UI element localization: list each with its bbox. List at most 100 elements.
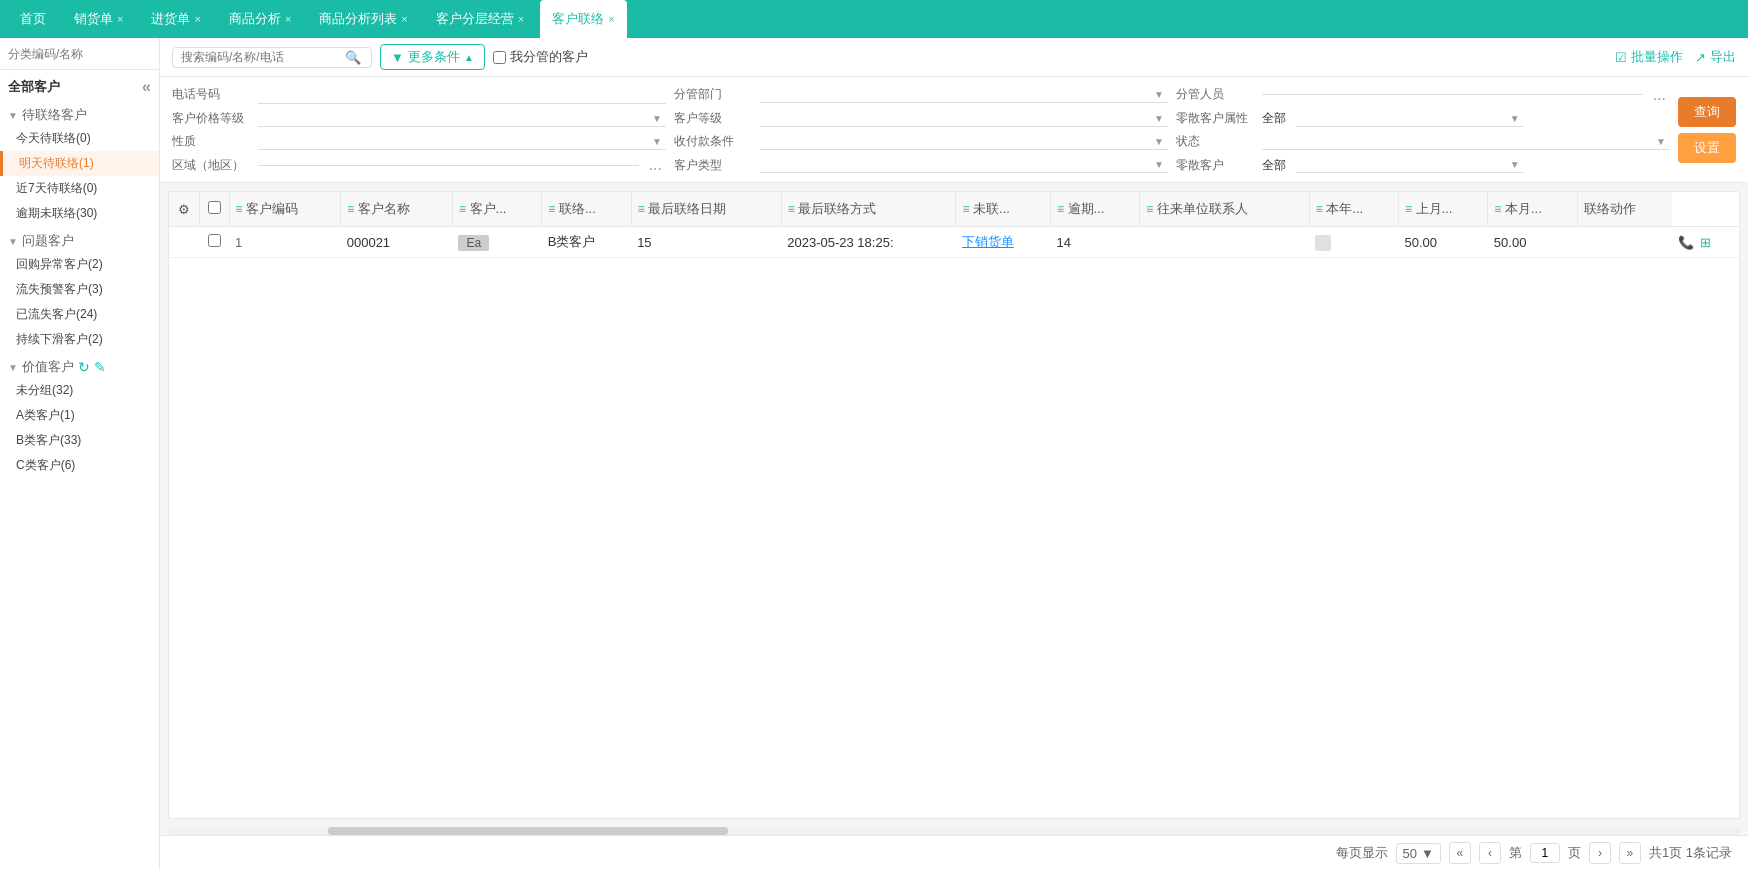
status-select[interactable]: ▼ <box>1262 134 1670 150</box>
sidebar-item-unclassified[interactable]: 未分组(32) <box>0 378 159 403</box>
toolbar: 🔍 ▼ 更多条件 ▲ 我分管的客户 ☑ 批量操作 ↗ 导出 <box>160 38 1748 77</box>
arrow-problem-icon: ▼ <box>8 236 18 247</box>
col-last-month-header[interactable]: ≡ 上月... <box>1398 192 1487 227</box>
batch-op-button[interactable]: ☑ 批量操作 <box>1615 48 1683 66</box>
price-level-chevron-icon: ▼ <box>652 113 662 124</box>
sidebar-item-class-b[interactable]: B类客户(33) <box>0 428 159 453</box>
last-page-button[interactable]: » <box>1619 842 1641 864</box>
scrollbar-thumb[interactable] <box>328 827 728 835</box>
close-customer-contact-icon[interactable]: × <box>608 13 614 25</box>
sidebar-item-churn-warning[interactable]: 流失预警客户(3) <box>0 277 159 302</box>
customer-level-chevron-icon: ▼ <box>1154 113 1164 124</box>
sidebar-item-repurchase-anomaly[interactable]: 回购异常客户(2) <box>0 252 159 277</box>
region-ellipsis-icon[interactable]: ... <box>645 156 666 174</box>
first-page-button[interactable]: « <box>1449 842 1471 864</box>
col-name-header[interactable]: ≡ 客户名称 <box>341 192 453 227</box>
close-product-analysis-icon[interactable]: × <box>285 13 291 25</box>
horizontal-scrollbar[interactable] <box>168 827 1740 835</box>
col-type-header[interactable]: ≡ 客户... <box>452 192 541 227</box>
sidebar-item-churned[interactable]: 已流失客户(24) <box>0 302 159 327</box>
row-checkbox[interactable] <box>208 234 221 247</box>
sidebar-search-input[interactable] <box>8 47 158 61</box>
sidebar-item-today-contact[interactable]: 今天待联络(0) <box>0 126 159 151</box>
dept-label: 分管部门 <box>674 86 754 103</box>
sidebar-item-declining[interactable]: 持续下滑客户(2) <box>0 327 159 352</box>
person-ellipsis-icon[interactable]: ... <box>1649 86 1670 104</box>
edit-value-icon[interactable]: ✎ <box>94 359 106 375</box>
refresh-value-icon[interactable]: ↻ <box>78 359 90 375</box>
col-gear-header[interactable]: ⚙ <box>169 192 199 227</box>
price-level-select[interactable]: ▼ <box>258 111 666 127</box>
search-input[interactable] <box>181 50 341 64</box>
last-contact-method-link[interactable]: 下销货单 <box>962 234 1014 249</box>
col-last-date-header[interactable]: ≡ 最后联络日期 <box>631 192 781 227</box>
my-customers-checkbox-wrap[interactable]: 我分管的客户 <box>493 48 588 66</box>
payment-select[interactable]: ▼ <box>760 134 1168 150</box>
row-check[interactable] <box>199 227 229 258</box>
dept-select[interactable]: ▼ <box>760 87 1168 103</box>
search-wrap: 🔍 <box>172 47 372 68</box>
sidebar-item-overdue-contact[interactable]: 逾期未联络(30) <box>0 201 159 226</box>
top-navigation: 首页 销货单 × 进货单 × 商品分析 × 商品分析列表 × 客户分层经营 × … <box>0 0 1748 38</box>
nature-select[interactable]: ▼ <box>258 134 666 150</box>
col-contact-person-header[interactable]: ≡ 往来单位联系人 <box>1140 192 1309 227</box>
retail-customer-chevron-icon: ▼ <box>1510 159 1520 170</box>
prev-page-button[interactable]: ‹ <box>1479 842 1501 864</box>
row-contact-count: 15 <box>631 227 781 258</box>
col-check-header[interactable] <box>199 192 229 227</box>
export-button[interactable]: ↗ 导出 <box>1695 48 1736 66</box>
settings-button[interactable]: 设置 <box>1678 133 1736 163</box>
close-purchase-order-icon[interactable]: × <box>194 13 200 25</box>
filter-icon: ▼ <box>391 50 404 65</box>
group-problem-customers[interactable]: ▼ 问题客户 <box>0 226 159 252</box>
group-pending-contact[interactable]: ▼ 待联络客户 <box>0 100 159 126</box>
row-gear <box>169 227 199 258</box>
nav-home[interactable]: 首页 <box>8 0 58 38</box>
phone-input[interactable] <box>258 85 666 104</box>
retail-customer-select[interactable]: ▼ <box>1296 157 1524 173</box>
close-product-analysis-list-icon[interactable]: × <box>401 13 407 25</box>
close-customer-layering-icon[interactable]: × <box>518 13 524 25</box>
col-last-method-header[interactable]: ≡ 最后联络方式 <box>781 192 956 227</box>
col-overdue-header[interactable]: ≡ 逾期... <box>1050 192 1139 227</box>
nav-customer-contact[interactable]: 客户联络 × <box>540 0 626 38</box>
sidebar-item-class-a[interactable]: A类客户(1) <box>0 403 159 428</box>
query-button[interactable]: 查询 <box>1678 97 1736 127</box>
sidebar-collapse-icon[interactable]: « <box>142 78 151 96</box>
sidebar-item-tomorrow-contact[interactable]: 明天待联络(1) <box>0 151 159 176</box>
nav-customer-layering[interactable]: 客户分层经营 × <box>424 0 536 38</box>
my-customers-checkbox[interactable] <box>493 51 506 64</box>
close-sales-order-icon[interactable]: × <box>117 13 123 25</box>
nav-purchase-order[interactable]: 进货单 × <box>139 0 212 38</box>
col-this-month-header[interactable]: ≡ 本月... <box>1488 192 1577 227</box>
retail-attr-select[interactable]: ▼ <box>1296 111 1524 127</box>
group-value-customers[interactable]: ▼ 价值客户 ↻ ✎ <box>0 352 159 378</box>
nav-product-analysis-list[interactable]: 商品分析列表 × <box>307 0 419 38</box>
page-input[interactable] <box>1530 843 1560 863</box>
filter-price-level: 客户价格等级 ▼ <box>172 110 666 127</box>
person-label: 分管人员 <box>1176 86 1256 103</box>
more-filter-button[interactable]: ▼ 更多条件 ▲ <box>380 44 485 70</box>
col-code-header[interactable]: ≡ 客户编码 <box>229 192 341 227</box>
grid-action-icon[interactable]: ⊞ <box>1700 235 1711 250</box>
next-page-button[interactable]: › <box>1589 842 1611 864</box>
row-last-contact-method[interactable]: 下销货单 <box>956 227 1051 258</box>
col-unlinking-header[interactable]: ≡ 未联... <box>956 192 1051 227</box>
filter-customer-type: 客户类型 ▼ <box>674 157 1168 174</box>
select-all-checkbox[interactable] <box>208 201 221 214</box>
sidebar-item-7days-contact[interactable]: 近7天待联络(0) <box>0 176 159 201</box>
customer-level-select[interactable]: ▼ <box>760 111 1168 127</box>
filter-phone: 电话号码 <box>172 85 666 104</box>
col-this-year-header[interactable]: ≡ 本年... <box>1309 192 1398 227</box>
customer-type-select[interactable]: ▼ <box>760 157 1168 173</box>
nav-product-analysis[interactable]: 商品分析 × <box>217 0 303 38</box>
per-page-select[interactable]: 50 ▼ <box>1396 843 1441 864</box>
page-label: 第 <box>1509 844 1522 862</box>
search-icon[interactable]: 🔍 <box>345 50 361 65</box>
customer-type-chevron-icon: ▼ <box>1154 159 1164 170</box>
call-action-icon[interactable]: 📞 <box>1678 235 1694 250</box>
row-this-month <box>1577 227 1672 258</box>
col-contact-header[interactable]: ≡ 联络... <box>542 192 631 227</box>
sidebar-item-class-c[interactable]: C类客户(6) <box>0 453 159 478</box>
nav-sales-order[interactable]: 销货单 × <box>62 0 135 38</box>
